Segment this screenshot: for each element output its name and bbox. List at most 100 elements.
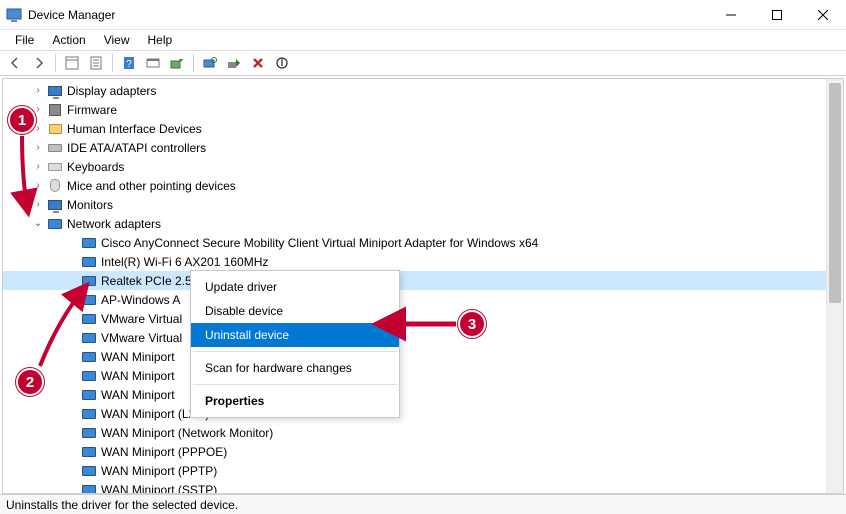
toolbar: ?: [0, 50, 846, 76]
tree-device[interactable]: WAN Miniport: [3, 366, 826, 385]
app-icon: [6, 7, 22, 23]
tree-item-label: WAN Miniport: [101, 350, 181, 364]
tree-item-label: VMware Virtual: [101, 312, 188, 326]
tb-enable-device[interactable]: [223, 52, 245, 74]
tree-item-label: IDE ATA/ATAPI controllers: [67, 141, 212, 155]
forward-button[interactable]: [28, 52, 50, 74]
tree-device[interactable]: WAN Miniport (Network Monitor): [3, 423, 826, 442]
chevron-right-icon[interactable]: ›: [31, 180, 45, 191]
tree-category[interactable]: › Display adapters: [3, 81, 826, 100]
scrollbar-thumb[interactable]: [829, 83, 841, 303]
net-icon: [81, 387, 97, 403]
tree-item-label: Mice and other pointing devices: [67, 179, 242, 193]
svg-text:?: ?: [126, 59, 132, 70]
tree-item-label: WAN Miniport: [101, 369, 181, 383]
tree-device[interactable]: WAN Miniport (PPTP): [3, 461, 826, 480]
chevron-down-icon[interactable]: ⌄: [31, 218, 45, 229]
tree-item-label: Realtek PCIe 2.5: [101, 274, 198, 288]
status-bar: Uninstalls the driver for the selected d…: [0, 494, 846, 514]
device-tree[interactable]: ›Display adapters›Firmware›Human Interfa…: [3, 79, 826, 493]
tree-item-label: Intel(R) Wi-Fi 6 AX201 160MHz: [101, 255, 274, 269]
tree-category[interactable]: ›Firmware: [3, 100, 826, 119]
tree-device[interactable]: WAN Miniport: [3, 385, 826, 404]
title-bar: Device Manager: [0, 0, 846, 30]
monitor-icon: [47, 83, 63, 99]
tree-item-label: Monitors: [67, 198, 119, 212]
tree-device[interactable]: VMware Virtual: [3, 328, 826, 347]
chevron-right-icon[interactable]: ›: [31, 161, 45, 172]
maximize-button[interactable]: [754, 0, 800, 29]
context-menu-item[interactable]: Disable device: [191, 299, 399, 323]
context-menu-item[interactable]: Properties: [191, 389, 399, 413]
tree-device[interactable]: WAN Miniport: [3, 347, 826, 366]
tb-scan-hardware[interactable]: [199, 52, 221, 74]
tree-category[interactable]: › Monitors: [3, 195, 826, 214]
drive-icon: [47, 140, 63, 156]
close-button[interactable]: [800, 0, 846, 29]
tree-device[interactable]: Intel(R) Wi-Fi 6 AX201 160MHz: [3, 252, 826, 271]
tb-uninstall-device[interactable]: [247, 52, 269, 74]
menu-view[interactable]: View: [95, 31, 139, 49]
net-icon: [81, 425, 97, 441]
tree-item-label: VMware Virtual: [101, 331, 188, 345]
context-menu-item[interactable]: Uninstall device: [191, 323, 399, 347]
tree-category[interactable]: › Keyboards: [3, 157, 826, 176]
tb-help[interactable]: ?: [118, 52, 140, 74]
tree-item-label: Network adapters: [67, 217, 167, 231]
context-menu-item[interactable]: Update driver: [191, 275, 399, 299]
chevron-right-icon[interactable]: ›: [31, 199, 45, 210]
tree-item-label: Firmware: [67, 103, 123, 117]
annotation-marker: 1: [8, 106, 36, 134]
chevron-right-icon[interactable]: ›: [31, 142, 45, 153]
tree-category[interactable]: › Mice and other pointing devices: [3, 176, 826, 195]
net-icon: [81, 292, 97, 308]
tb-properties[interactable]: [85, 52, 107, 74]
context-menu: Update driverDisable deviceUninstall dev…: [190, 270, 400, 418]
tree-category[interactable]: › IDE ATA/ATAPI controllers: [3, 138, 826, 157]
net-icon: [81, 368, 97, 384]
tree-item-label: WAN Miniport (Network Monitor): [101, 426, 279, 440]
net-icon: [81, 406, 97, 422]
net-icon: [81, 330, 97, 346]
minimize-button[interactable]: [708, 0, 754, 29]
tree-category[interactable]: ›Human Interface Devices: [3, 119, 826, 138]
tb-update-driver[interactable]: [166, 52, 188, 74]
window-title: Device Manager: [28, 8, 115, 22]
tb-show-hide-tree[interactable]: [61, 52, 83, 74]
net-icon: [81, 254, 97, 270]
status-text: Uninstalls the driver for the selected d…: [6, 498, 238, 512]
vertical-scrollbar[interactable]: [826, 79, 843, 493]
tree-device[interactable]: VMware Virtual: [3, 309, 826, 328]
tree-category[interactable]: ⌄ Network adapters: [3, 214, 826, 233]
tree-item-label: Display adapters: [67, 84, 162, 98]
menu-file[interactable]: File: [6, 31, 43, 49]
tb-action[interactable]: [142, 52, 164, 74]
menu-action[interactable]: Action: [43, 31, 94, 49]
context-menu-item[interactable]: Scan for hardware changes: [191, 356, 399, 380]
tree-device[interactable]: AP-Windows A: [3, 290, 826, 309]
net-icon: [81, 349, 97, 365]
annotation-marker: 3: [458, 310, 486, 338]
menu-help[interactable]: Help: [139, 31, 182, 49]
monitor-icon: [47, 197, 63, 213]
net-icon: [81, 482, 97, 494]
tree-device[interactable]: WAN Miniport (PPPOE): [3, 442, 826, 461]
net-icon: [81, 273, 97, 289]
tree-item-label: Keyboards: [67, 160, 130, 174]
tree-device[interactable]: WAN Miniport (L2...): [3, 404, 826, 423]
tree-item-label: WAN Miniport (PPPOE): [101, 445, 233, 459]
tree-item-label: WAN Miniport (SSTP): [101, 483, 223, 494]
net-icon: [81, 311, 97, 327]
tree-item-label: WAN Miniport (PPTP): [101, 464, 223, 478]
net-icon: [47, 216, 63, 232]
chevron-right-icon[interactable]: ›: [31, 85, 45, 96]
tree-device[interactable]: WAN Miniport (SSTP): [3, 480, 826, 493]
device-tree-panel: ›Display adapters›Firmware›Human Interfa…: [2, 78, 844, 494]
mouse-icon: [47, 178, 63, 194]
back-button[interactable]: [4, 52, 26, 74]
hid-icon: [47, 121, 63, 137]
tree-item-label: Cisco AnyConnect Secure Mobility Client …: [101, 236, 544, 250]
tb-disable-device[interactable]: [271, 52, 293, 74]
tree-device[interactable]: Cisco AnyConnect Secure Mobility Client …: [3, 233, 826, 252]
tree-device[interactable]: Realtek PCIe 2.5: [3, 271, 826, 290]
